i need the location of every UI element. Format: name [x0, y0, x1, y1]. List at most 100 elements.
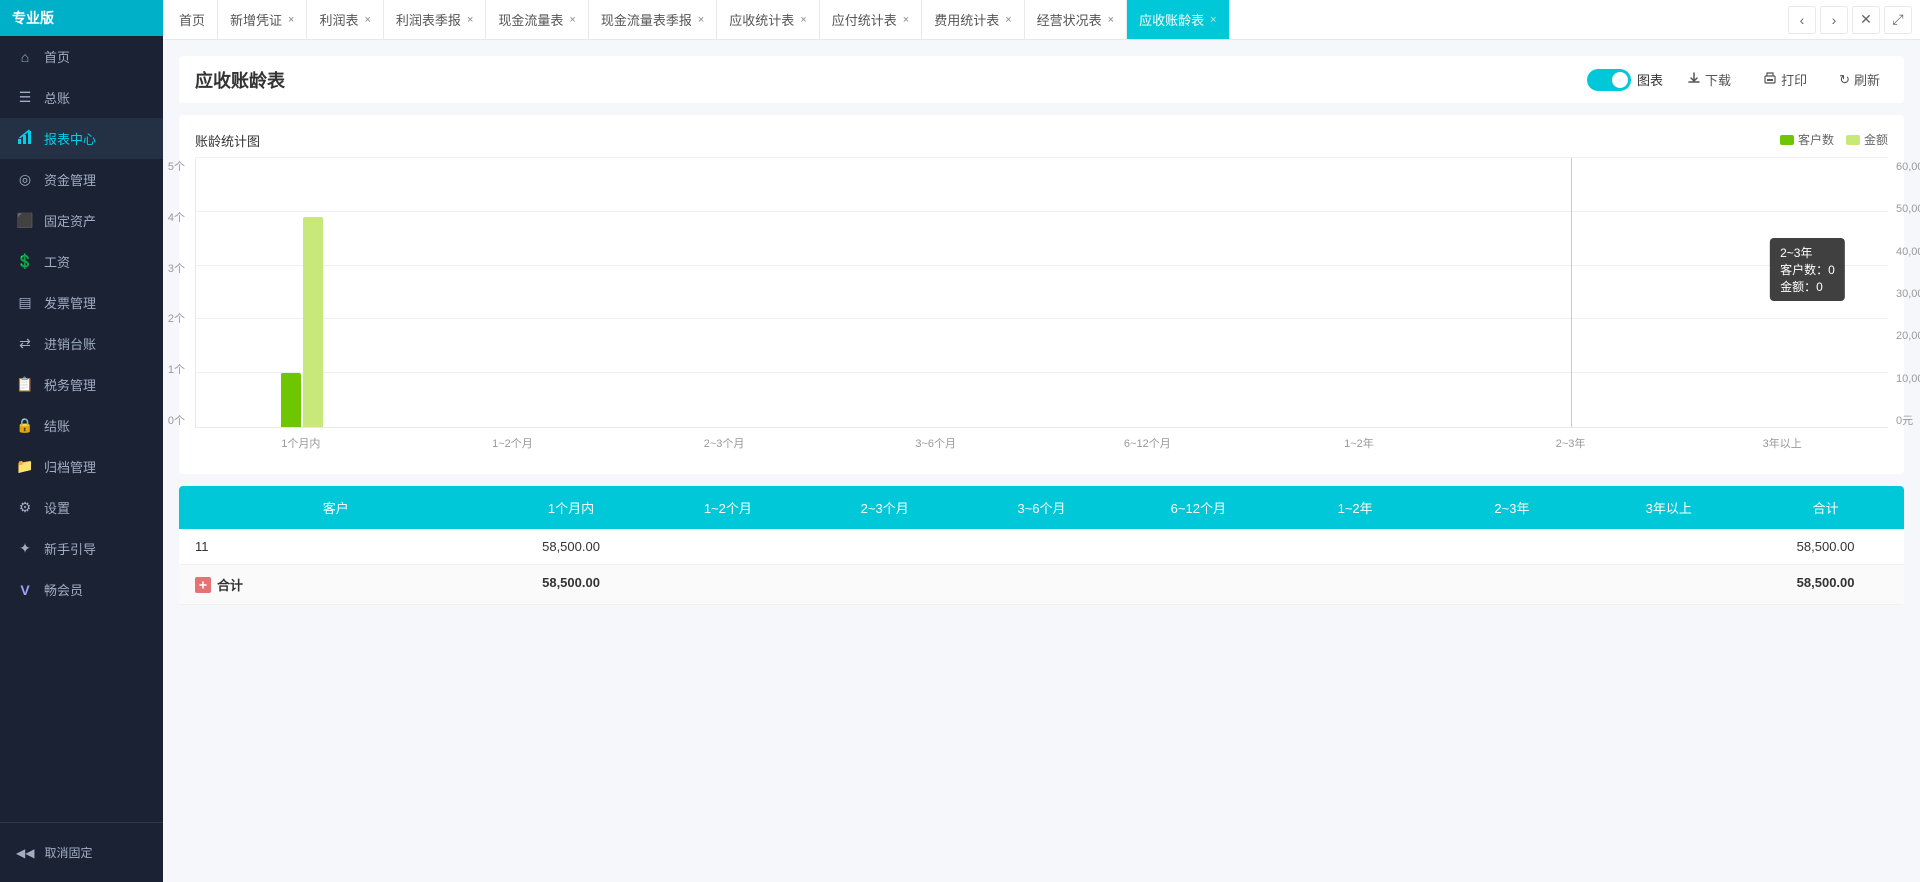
unpin-button[interactable]: ◀◀ 取消固定 — [0, 833, 163, 872]
th-year3plus: 3年以上 — [1590, 486, 1747, 529]
td-total-year23 — [1434, 565, 1591, 604]
tab-profit-label: 利润表 — [319, 10, 358, 29]
tab-voucher[interactable]: 新增凭证 × — [218, 0, 307, 39]
tab-operation[interactable]: 经营状况表 × — [1025, 0, 1127, 39]
th-year12: 1~2年 — [1277, 486, 1434, 529]
th-month612: 6~12个月 — [1120, 486, 1277, 529]
tab-scroll-left[interactable]: ‹ — [1788, 6, 1816, 34]
x-label-8: 3年以上 — [1676, 430, 1888, 458]
download-icon — [1687, 71, 1701, 88]
tab-cashflow-quarterly[interactable]: 现金流量表季报 × — [589, 0, 717, 39]
tab-close-all[interactable]: ✕ — [1852, 6, 1880, 34]
tab-aging[interactable]: 应收账龄表 × — [1127, 0, 1229, 39]
ledger-icon: ☰ — [16, 89, 34, 106]
print-button[interactable]: 打印 — [1755, 66, 1815, 93]
tab-payable-stat-close[interactable]: × — [903, 14, 909, 26]
td-total-month36 — [963, 565, 1120, 604]
sidebar-item-tax[interactable]: 📋 税务管理 — [0, 364, 163, 405]
tab-cashflow[interactable]: 现金流量表 × — [486, 0, 588, 39]
bar-amount-1 — [303, 217, 323, 427]
td-month1: 58,500.00 — [493, 529, 650, 564]
tab-expense-stat-close[interactable]: × — [1005, 14, 1011, 26]
reports-icon — [16, 129, 34, 148]
legend-amount: 金额 — [1846, 131, 1888, 148]
sidebar-item-archive-label: 归档管理 — [44, 457, 96, 476]
sidebar-item-inout-label: 进销台账 — [44, 334, 96, 353]
tab-operation-label: 经营状况表 — [1037, 10, 1102, 29]
sidebar-item-home[interactable]: ⌂ 首页 — [0, 36, 163, 77]
chart-group-8 — [1677, 158, 1889, 427]
chart-bars — [196, 158, 1888, 427]
tab-operation-close[interactable]: × — [1108, 14, 1114, 26]
tab-cashflow-close[interactable]: × — [569, 14, 575, 26]
sidebar-item-reports[interactable]: 报表中心 — [0, 118, 163, 159]
chart-toggle[interactable] — [1587, 69, 1631, 91]
legend-customers-label: 客户数 — [1798, 131, 1834, 148]
sidebar-item-ledger[interactable]: ☰ 总账 — [0, 77, 163, 118]
total-label-text: 合计 — [217, 575, 243, 594]
refresh-button[interactable]: ↻ 刷新 — [1831, 66, 1888, 93]
tab-receivable-stat-close[interactable]: × — [800, 14, 806, 26]
chart-group-2 — [408, 158, 620, 427]
tab-voucher-label: 新增凭证 — [230, 10, 282, 29]
chart-group-6 — [1254, 158, 1466, 427]
sidebar-item-assets[interactable]: ⬛ 固定资产 — [0, 200, 163, 241]
sidebar-item-close[interactable]: 🔒 结账 — [0, 405, 163, 446]
chart-group-7 — [1465, 158, 1677, 427]
page-title: 应收账龄表 — [195, 67, 285, 93]
inout-icon: ⇄ — [16, 335, 34, 352]
chart-group-5 — [1042, 158, 1254, 427]
td-month612 — [1120, 529, 1277, 564]
sidebar-item-archive[interactable]: 📁 归档管理 — [0, 446, 163, 487]
x-label-5: 6~12个月 — [1042, 430, 1254, 458]
tab-receivable-stat[interactable]: 应收统计表 × — [717, 0, 819, 39]
salary-icon: 💲 — [16, 253, 34, 270]
chart-group-4 — [831, 158, 1043, 427]
chart-section: 账龄统计图 客户数 金额 0个 1个 2个 3个 4个 — [179, 115, 1904, 474]
tab-expense-stat[interactable]: 费用统计表 × — [922, 0, 1024, 39]
tab-profit-quarterly[interactable]: 利润表季报 × — [384, 0, 486, 39]
download-button[interactable]: 下载 — [1679, 66, 1739, 93]
invoice-icon: ▤ — [16, 294, 34, 311]
th-month23: 2~3个月 — [806, 486, 963, 529]
x-label-2: 1~2个月 — [407, 430, 619, 458]
sidebar-item-assets-label: 固定资产 — [44, 211, 96, 230]
tab-maximize[interactable]: ⤢ — [1884, 6, 1912, 34]
tab-profit-quarterly-close[interactable]: × — [467, 14, 473, 26]
x-label-4: 3~6个月 — [830, 430, 1042, 458]
tab-aging-close[interactable]: × — [1210, 14, 1216, 26]
sidebar-item-close-label: 结账 — [44, 416, 70, 435]
sidebar-item-vip[interactable]: V 畅会员 — [0, 569, 163, 610]
sidebar-item-capital[interactable]: ◎ 资金管理 — [0, 159, 163, 200]
close-account-icon: 🔒 — [16, 417, 34, 434]
sidebar-item-inout[interactable]: ⇄ 进销台账 — [0, 323, 163, 364]
tab-profit-quarterly-label: 利润表季报 — [396, 10, 461, 29]
chart-plot — [195, 158, 1888, 428]
td-total-month1: 58,500.00 — [493, 565, 650, 604]
th-year23: 2~3年 — [1434, 486, 1591, 529]
sidebar-item-settings-label: 设置 — [44, 498, 70, 517]
tab-profit[interactable]: 利润表 × — [307, 0, 383, 39]
tab-payable-stat[interactable]: 应付统计表 × — [820, 0, 922, 39]
bar-customers-1 — [281, 373, 301, 427]
td-month23 — [806, 529, 963, 564]
sidebar-item-guide[interactable]: ✦ 新手引导 — [0, 528, 163, 569]
tab-scroll-right[interactable]: › — [1820, 6, 1848, 34]
tab-voucher-close[interactable]: × — [288, 14, 294, 26]
sidebar-item-invoice-label: 发票管理 — [44, 293, 96, 312]
sidebar-item-salary[interactable]: 💲 工资 — [0, 241, 163, 282]
unpin-label: 取消固定 — [44, 844, 92, 861]
td-total-month23 — [806, 565, 963, 604]
chart-y-right: 0元 10,000.00元 20,000.00元 30,000.00元 40,0… — [1890, 158, 1920, 428]
chart-group-3 — [619, 158, 831, 427]
td-year3plus — [1590, 529, 1747, 564]
chart-x-labels: 1个月内 1~2个月 2~3个月 3~6个月 6~12个月 1~2年 2~3年 … — [195, 430, 1888, 458]
data-table: 客户 1个月内 1~2个月 2~3个月 3~6个月 6~12个月 1~2年 2~… — [179, 486, 1904, 605]
sidebar-item-settings[interactable]: ⚙ 设置 — [0, 487, 163, 528]
table-row: 11 58,500.00 58,500.00 — [179, 529, 1904, 565]
tab-home[interactable]: 首页 — [167, 0, 218, 39]
tab-receivable-stat-label: 应收统计表 — [729, 10, 794, 29]
sidebar-item-invoice[interactable]: ▤ 发票管理 — [0, 282, 163, 323]
tab-profit-close[interactable]: × — [364, 14, 370, 26]
tab-cashflow-quarterly-close[interactable]: × — [698, 14, 704, 26]
